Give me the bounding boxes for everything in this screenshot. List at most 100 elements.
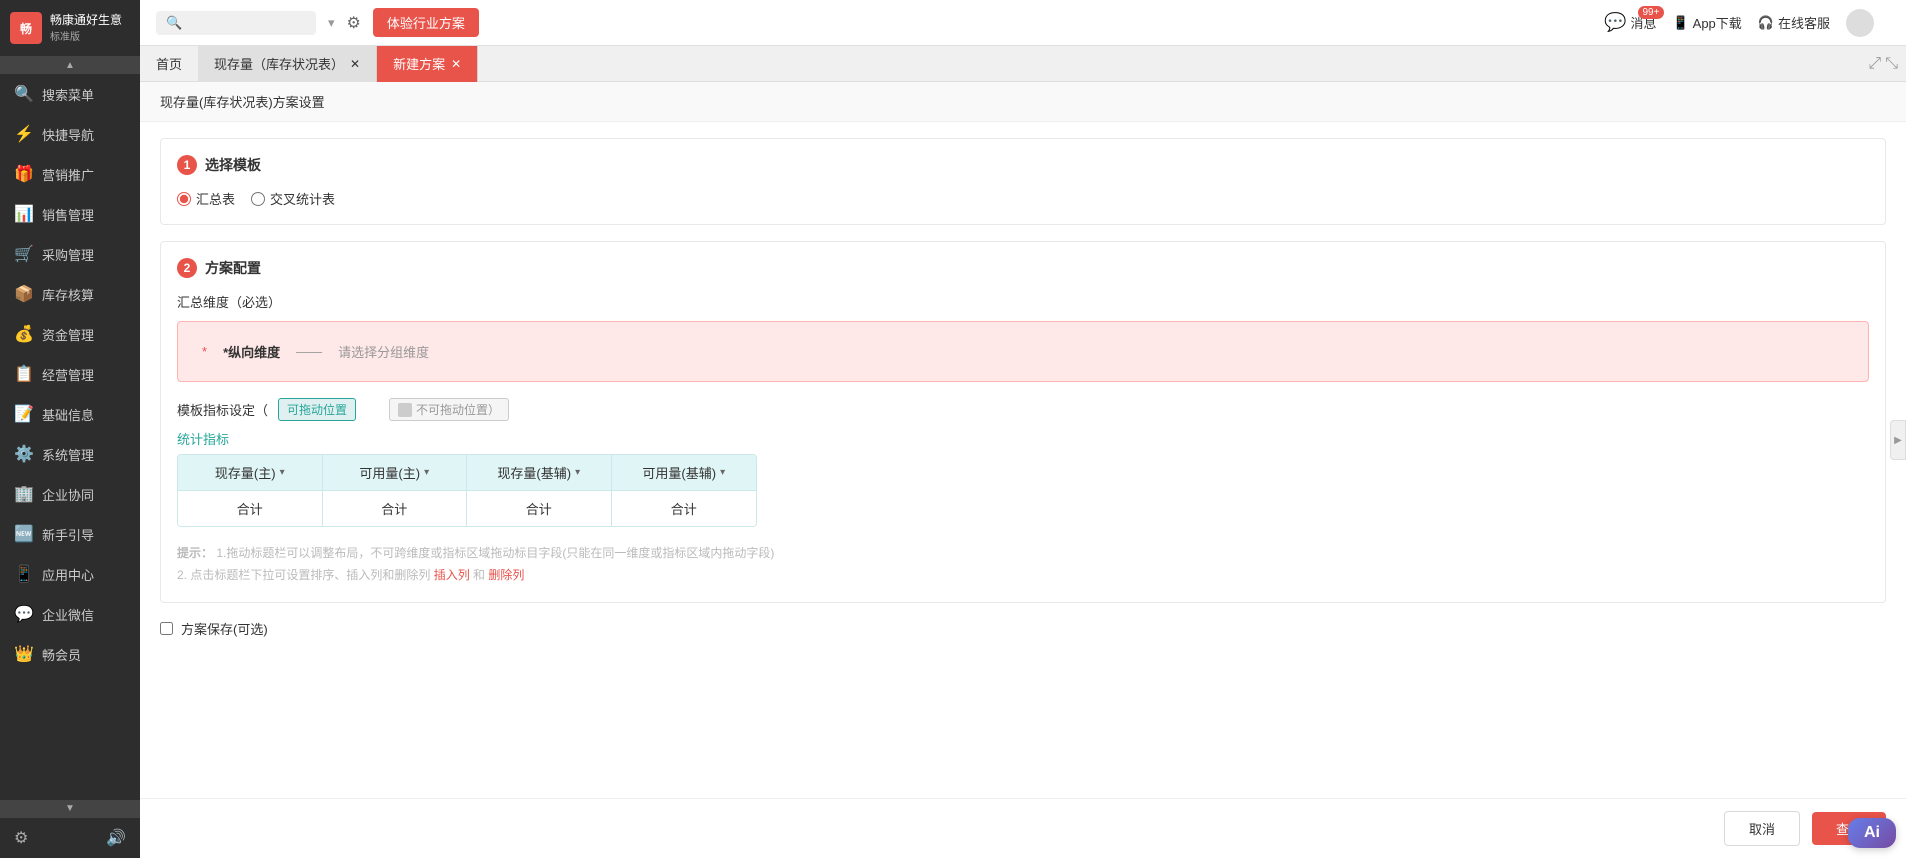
tips-insert-link[interactable]: 插入列 [434, 568, 470, 582]
enterprise-icon: 🏢 [14, 484, 34, 504]
sidebar-item-member[interactable]: 👑 畅会员 [0, 634, 140, 674]
non-draggable-badge: 不可拖动位置） [389, 398, 509, 421]
step1-badge: 1 [177, 155, 197, 175]
search-input[interactable] [188, 16, 288, 30]
message-button[interactable]: 💬 消息 99+ [1604, 12, 1656, 33]
dim-box: * *纵向维度 —— 请选择分组维度 [177, 321, 1869, 382]
sidebar-item-purchase[interactable]: 🛒 采购管理 [0, 234, 140, 274]
volume-icon[interactable]: 🔊 [106, 828, 126, 848]
tab-home[interactable]: 首页 [140, 46, 198, 82]
step1-section: 1 选择模板 汇总表 交叉统计表 [160, 138, 1886, 225]
template-cross-option[interactable]: 交叉统计表 [251, 189, 335, 208]
sidebar-item-quick-nav[interactable]: ⚡ 快捷导航 [0, 114, 140, 154]
stats-col-1[interactable]: 可用量(主) ▾ [323, 455, 468, 490]
stats-body-col-0: 合计 [178, 491, 323, 526]
sidebar-scroll-down[interactable]: ▼ [0, 800, 140, 817]
col2-chevron-icon[interactable]: ▾ [575, 467, 580, 478]
save-scheme-checkbox[interactable] [160, 622, 173, 635]
finance-icon: 💰 [14, 324, 34, 344]
trial-button[interactable]: 体验行业方案 [373, 8, 479, 37]
online-service-button[interactable]: 🎧 在线客服 [1758, 13, 1830, 32]
template-cross-radio[interactable] [251, 192, 265, 206]
stats-col-0[interactable]: 现存量(主) ▾ [178, 455, 323, 490]
stats-col-3[interactable]: 可用量(基辅) ▾ [612, 455, 757, 490]
save-scheme-section: 方案保存(可选) [160, 619, 1886, 638]
step2-section: 2 方案配置 汇总维度（必选） * *纵向维度 —— 请选择分组维度 模板指标设… [160, 241, 1886, 603]
wechat-icon: 💬 [14, 604, 34, 624]
dim-line: —— [296, 344, 322, 359]
sidebar-item-search[interactable]: 🔍 搜索菜单 [0, 74, 140, 114]
user-avatar[interactable] [1846, 9, 1874, 37]
logo-icon: 畅 [10, 12, 42, 44]
stats-col-2[interactable]: 现存量(基辅) ▾ [467, 455, 612, 490]
search-icon: 🔍 [166, 15, 182, 31]
tab-expand-icon[interactable]: ⤡ [1885, 55, 1898, 73]
operations-icon: 📋 [14, 364, 34, 384]
stats-table: 现存量(主) ▾ 可用量(主) ▾ 现存量(基辅) ▾ [177, 454, 757, 527]
sidebar-item-inventory[interactable]: 📦 库存核算 [0, 274, 140, 314]
cancel-button[interactable]: 取消 [1724, 811, 1800, 846]
metric-label: 模板指标设定（ 可拖动位置 不可拖动位置） [177, 398, 1869, 421]
right-expand-button[interactable]: ▶ [1890, 420, 1906, 460]
sidebar-item-app-center[interactable]: 📱 应用中心 [0, 554, 140, 594]
sidebar-item-finance[interactable]: 💰 资金管理 [0, 314, 140, 354]
topbar-gear-icon[interactable]: ⚙ [347, 13, 361, 33]
tab-new-scheme[interactable]: 新建方案 ✕ [377, 46, 478, 82]
template-summary-option[interactable]: 汇总表 [177, 189, 235, 208]
col0-chevron-icon[interactable]: ▾ [280, 467, 285, 478]
topbar: 🔍 ▾ ⚙ 体验行业方案 💬 消息 99+ 📱 App下载 🎧 在线客服 [140, 0, 1906, 46]
stats-title: 统计指标 [177, 429, 1869, 448]
stats-section: 统计指标 现存量(主) ▾ 可用量(主) ▾ [177, 429, 1869, 527]
col3-chevron-icon[interactable]: ▾ [720, 467, 725, 478]
sidebar-item-system[interactable]: ⚙️ 系统管理 [0, 434, 140, 474]
sidebar-item-new-guide[interactable]: 🆕 新手引导 [0, 514, 140, 554]
step1-title: 1 选择模板 [177, 155, 1869, 175]
sidebar-scroll-up[interactable]: ▲ [0, 57, 140, 74]
sidebar-item-enterprise[interactable]: 🏢 企业协同 [0, 474, 140, 514]
draggable-badge: 可拖动位置 [278, 398, 356, 421]
dim-required: * [202, 344, 207, 359]
tab-collapse-icon[interactable]: ⤢ [1868, 55, 1881, 73]
app-center-icon: 📱 [14, 564, 34, 584]
col1-chevron-icon[interactable]: ▾ [424, 467, 429, 478]
tips-delete-link[interactable]: 删除列 [488, 568, 524, 582]
template-summary-radio[interactable] [177, 192, 191, 206]
dim-label: 汇总维度（必选） [177, 292, 1869, 311]
message-icon: 💬 [1604, 12, 1626, 33]
sidebar-item-sales[interactable]: 📊 销售管理 [0, 194, 140, 234]
settings-icon[interactable]: ⚙ [14, 828, 28, 848]
search-icon: 🔍 [14, 84, 34, 104]
member-icon: 👑 [14, 644, 34, 664]
template-radio-group: 汇总表 交叉统计表 [177, 189, 1869, 208]
app-download-button[interactable]: 📱 App下载 [1672, 13, 1741, 32]
basic-info-icon: 📝 [14, 404, 34, 424]
ai-button[interactable]: Ai [1848, 818, 1896, 848]
sidebar-item-operations[interactable]: 📋 经营管理 [0, 354, 140, 394]
dim-placeholder[interactable]: 请选择分组维度 [338, 342, 429, 361]
stats-body: 合计 合计 合计 合计 [178, 490, 756, 526]
content-inner: 现存量(库存状况表)方案设置 1 选择模板 汇总表 交叉统计表 [140, 82, 1906, 674]
tabbar: 首页 现存量（库存状况表） ✕ 新建方案 ✕ ⤢ ⤡ [140, 46, 1906, 82]
tips-section: 提示： 1.拖动标题栏可以调整布局，不可跨维度或指标区域拖动标目字段(只能在同一… [177, 543, 1869, 586]
main-area: 🔍 ▾ ⚙ 体验行业方案 💬 消息 99+ 📱 App下载 🎧 在线客服 [140, 0, 1906, 858]
sidebar-item-marketing[interactable]: 🎁 营销推广 [0, 154, 140, 194]
quick-nav-icon: ⚡ [14, 124, 34, 144]
sidebar-nav: 🔍 搜索菜单 ⚡ 快捷导航 🎁 营销推广 📊 销售管理 🛒 采购管理 📦 库存核… [0, 74, 140, 800]
bottom-bar: 取消 查询 [140, 798, 1906, 858]
topbar-right: 💬 消息 99+ 📱 App下载 🎧 在线客服 [1604, 9, 1890, 37]
stats-body-col-3: 合计 [612, 491, 757, 526]
stats-body-col-2: 合计 [467, 491, 612, 526]
topbar-chevron-icon[interactable]: ▾ [328, 15, 335, 31]
sidebar-item-wechat[interactable]: 💬 企业微信 [0, 594, 140, 634]
marketing-icon: 🎁 [14, 164, 34, 184]
app-icon: 📱 [1672, 15, 1688, 31]
tab-new-scheme-close[interactable]: ✕ [451, 57, 461, 71]
sidebar-item-basic-info[interactable]: 📝 基础信息 [0, 394, 140, 434]
step2-title: 2 方案配置 [177, 258, 1869, 278]
tab-inventory[interactable]: 现存量（库存状况表） ✕ [198, 46, 377, 82]
sidebar-bottom: ⚙ 🔊 [0, 817, 140, 858]
tab-inventory-close[interactable]: ✕ [350, 57, 360, 71]
new-guide-icon: 🆕 [14, 524, 34, 544]
topbar-search-box[interactable]: 🔍 [156, 11, 316, 35]
sidebar-logo: 畅 畅康通好生意 标准版 [0, 0, 140, 57]
